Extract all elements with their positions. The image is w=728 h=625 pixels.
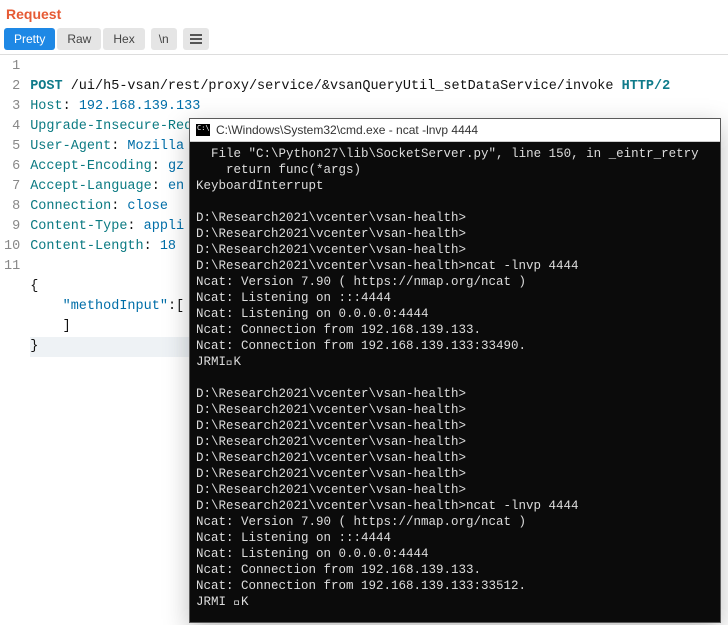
hamburger-icon [190,34,202,36]
panel-title: Request [0,0,728,26]
cmd-icon [196,124,210,136]
newline-button[interactable]: \n [151,28,177,50]
cmd-titlebar[interactable]: C:\Windows\System32\cmd.exe - ncat -lnvp… [190,119,720,142]
cmd-title-text: C:\Windows\System32\cmd.exe - ncat -lnvp… [216,123,478,137]
request-toolbar: Pretty Raw Hex \n [0,26,728,54]
menu-button[interactable] [183,28,209,50]
line-gutter: 1 2 3 4 5 6 7 8 9 10 11 [0,55,26,399]
tab-pretty[interactable]: Pretty [4,28,55,50]
cmd-window[interactable]: C:\Windows\System32\cmd.exe - ncat -lnvp… [189,118,721,623]
tab-hex[interactable]: Hex [103,28,144,50]
cmd-output[interactable]: File "C:\Python27\lib\SocketServer.py", … [190,142,720,622]
tab-raw[interactable]: Raw [57,28,101,50]
